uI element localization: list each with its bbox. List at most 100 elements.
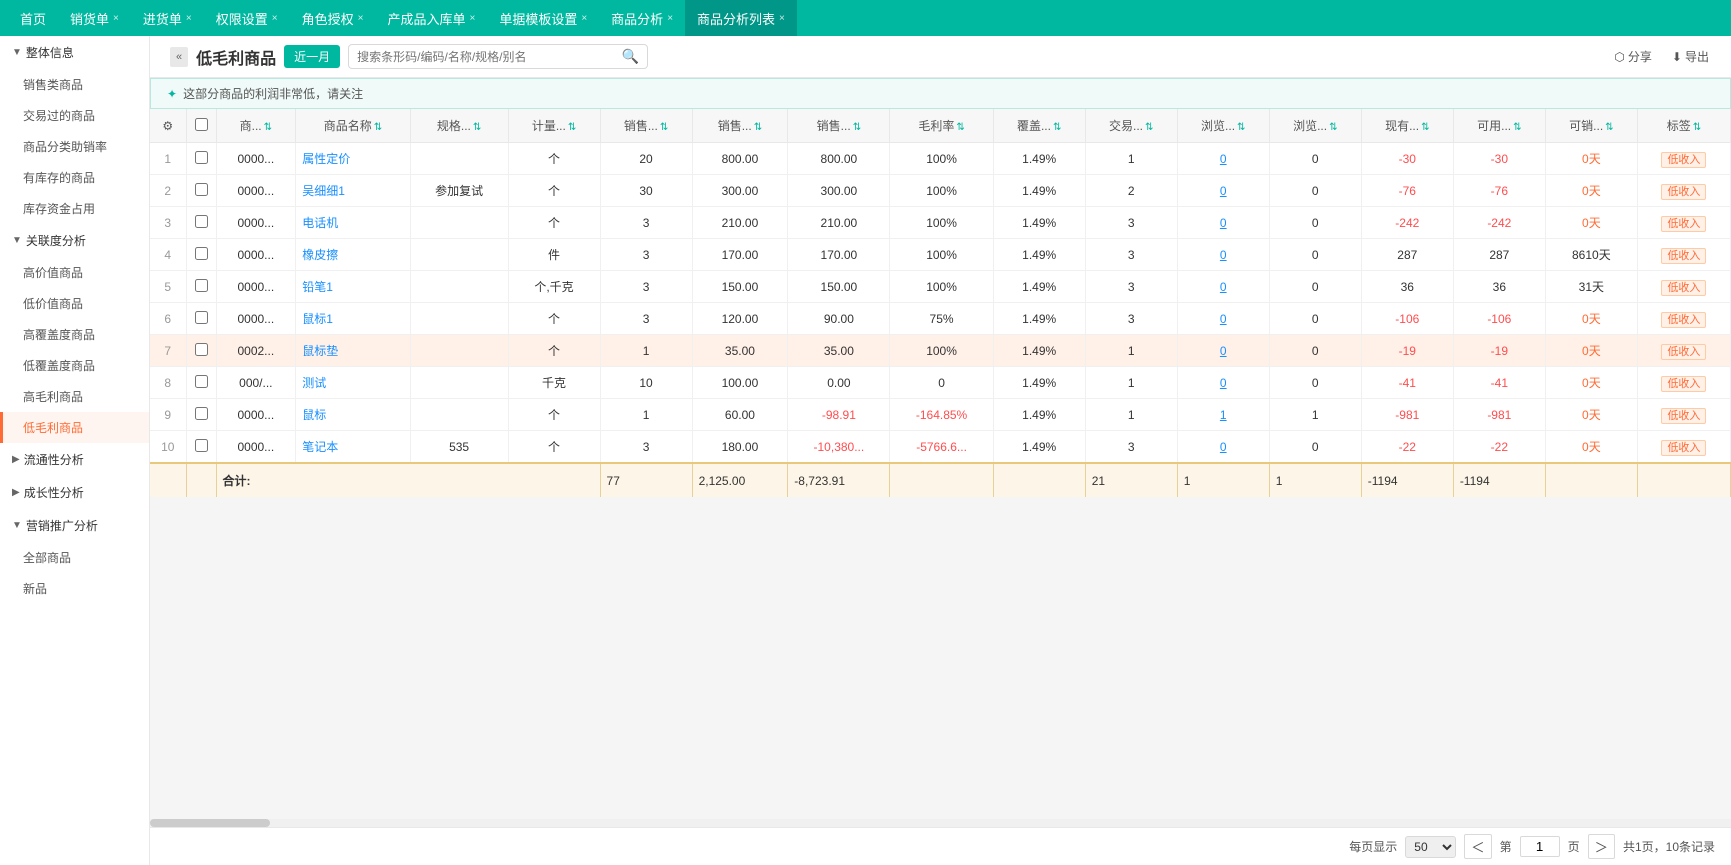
nav-analysis[interactable]: 商品分析 × xyxy=(599,0,685,36)
search-icon[interactable]: 🔍 xyxy=(622,48,639,65)
col-sales-amount[interactable]: 销售...⇅ xyxy=(692,109,788,143)
row-name[interactable]: 吴细细1 xyxy=(296,175,410,207)
col-tag[interactable]: 标签⇅ xyxy=(1637,109,1730,143)
row-checkbox-input[interactable] xyxy=(195,439,208,452)
col-unit[interactable]: 计量...⇅ xyxy=(508,109,600,143)
sidebar-group-overall[interactable]: ▼ 整体信息 xyxy=(0,36,149,69)
select-all-checkbox[interactable] xyxy=(195,118,208,131)
sidebar-item-sales-goods[interactable]: 销售类商品 xyxy=(0,69,149,100)
row-checkbox-input[interactable] xyxy=(195,343,208,356)
sidebar-item-capital[interactable]: 库存资金占用 xyxy=(0,193,149,224)
sidebar-item-high-value[interactable]: 高价值商品 xyxy=(0,257,149,288)
row-views1[interactable]: 0 xyxy=(1177,239,1269,271)
nav-role[interactable]: 角色授权 × xyxy=(290,0,376,36)
row-gross-margin: 100% xyxy=(890,175,993,207)
horizontal-scrollbar[interactable] xyxy=(150,819,1731,827)
time-filter-button[interactable]: 近一月 xyxy=(284,45,340,68)
row-views1[interactable]: 0 xyxy=(1177,431,1269,464)
sidebar-item-low-coverage[interactable]: 低覆盖度商品 xyxy=(0,350,149,381)
col-available[interactable]: 可用...⇅ xyxy=(1453,109,1545,143)
nav-purchase[interactable]: 进货单 × xyxy=(131,0,204,36)
row-views1[interactable]: 0 xyxy=(1177,143,1269,175)
row-name[interactable]: 鼠标垫 xyxy=(296,335,410,367)
scroll-thumb[interactable] xyxy=(150,819,270,827)
close-analysis-list-icon[interactable]: × xyxy=(779,13,785,24)
row-checkbox-input[interactable] xyxy=(195,407,208,420)
sidebar-group-growth[interactable]: ▶ 成长性分析 xyxy=(0,476,149,509)
row-checkbox-input[interactable] xyxy=(195,311,208,324)
row-name[interactable]: 铅笔1 xyxy=(296,271,410,303)
col-gross-margin[interactable]: 毛利率⇅ xyxy=(890,109,993,143)
row-name[interactable]: 笔记本 xyxy=(296,431,410,464)
sidebar-item-traded-goods[interactable]: 交易过的商品 xyxy=(0,100,149,131)
sidebar-item-high-coverage[interactable]: 高覆盖度商品 xyxy=(0,319,149,350)
row-views1[interactable]: 0 xyxy=(1177,207,1269,239)
col-name[interactable]: 商品名称⇅ xyxy=(296,109,410,143)
page-input[interactable] xyxy=(1520,836,1560,857)
table-container[interactable]: ⚙ 商...⇅ 商品名称⇅ 规格...⇅ 计量...⇅ 销售...⇅ 销售...… xyxy=(150,109,1731,819)
col-sales-count[interactable]: 销售...⇅ xyxy=(600,109,692,143)
nav-product-in[interactable]: 产成品入库单 × xyxy=(375,0,487,36)
close-analysis-icon[interactable]: × xyxy=(667,13,673,24)
sidebar-item-low-margin[interactable]: 低毛利商品 xyxy=(0,412,149,443)
nav-home[interactable]: 首页 xyxy=(8,0,58,36)
search-input[interactable] xyxy=(357,50,622,64)
row-name[interactable]: 属性定价 xyxy=(296,143,410,175)
row-views1[interactable]: 0 xyxy=(1177,367,1269,399)
nav-sales[interactable]: 销货单 × xyxy=(58,0,131,36)
close-template-icon[interactable]: × xyxy=(581,13,587,24)
nav-permission[interactable]: 权限设置 × xyxy=(204,0,290,36)
col-settings[interactable]: ⚙ xyxy=(150,109,186,143)
per-page-select[interactable]: 50 20 100 xyxy=(1405,836,1456,858)
row-views1[interactable]: 0 xyxy=(1177,175,1269,207)
row-views1[interactable]: 0 xyxy=(1177,271,1269,303)
row-name[interactable]: 橡皮擦 xyxy=(296,239,410,271)
row-name[interactable]: 鼠标 xyxy=(296,399,410,431)
sidebar-group-marketing[interactable]: ▼ 营销推广分析 xyxy=(0,509,149,542)
share-button[interactable]: ⬡ 分享 xyxy=(1608,45,1658,68)
row-views1[interactable]: 0 xyxy=(1177,303,1269,335)
row-checkbox-input[interactable] xyxy=(195,183,208,196)
row-coverage: 1.49% xyxy=(993,271,1085,303)
sidebar-item-category-rate[interactable]: 商品分类助销率 xyxy=(0,131,149,162)
sidebar-collapse-btn[interactable]: « xyxy=(170,47,188,67)
close-permission-icon[interactable]: × xyxy=(272,13,278,24)
row-name[interactable]: 电话机 xyxy=(296,207,410,239)
row-checkbox-input[interactable] xyxy=(195,247,208,260)
col-transaction[interactable]: 交易...⇅ xyxy=(1085,109,1177,143)
col-sales-profit[interactable]: 销售...⇅ xyxy=(788,109,890,143)
row-checkbox-input[interactable] xyxy=(195,151,208,164)
sidebar-item-stock-goods[interactable]: 有库存的商品 xyxy=(0,162,149,193)
close-purchase-icon[interactable]: × xyxy=(186,13,192,24)
row-num: 9 xyxy=(150,399,186,431)
close-role-icon[interactable]: × xyxy=(358,13,364,24)
nav-template[interactable]: 单据模板设置 × xyxy=(487,0,599,36)
row-name[interactable]: 测试 xyxy=(296,367,410,399)
col-code[interactable]: 商...⇅ xyxy=(216,109,296,143)
nav-analysis-list[interactable]: 商品分析列表 × xyxy=(685,0,797,36)
next-page-btn[interactable]: ＞ xyxy=(1588,834,1615,859)
col-views2[interactable]: 浏览...⇅ xyxy=(1269,109,1361,143)
sidebar-group-flow[interactable]: ▶ 流通性分析 xyxy=(0,443,149,476)
row-name[interactable]: 鼠标1 xyxy=(296,303,410,335)
col-views1[interactable]: 浏览...⇅ xyxy=(1177,109,1269,143)
col-sellable-days[interactable]: 可销...⇅ xyxy=(1545,109,1637,143)
sidebar-item-new-goods[interactable]: 新品 xyxy=(0,573,149,604)
sidebar-item-low-value[interactable]: 低价值商品 xyxy=(0,288,149,319)
col-current-stock[interactable]: 现有...⇅ xyxy=(1361,109,1453,143)
row-checkbox-input[interactable] xyxy=(195,279,208,292)
row-checkbox-input[interactable] xyxy=(195,215,208,228)
sidebar-group-relevance[interactable]: ▼ 关联度分析 xyxy=(0,224,149,257)
row-views1[interactable]: 0 xyxy=(1177,335,1269,367)
col-spec[interactable]: 规格...⇅ xyxy=(410,109,508,143)
row-checkbox-input[interactable] xyxy=(195,375,208,388)
close-sales-icon[interactable]: × xyxy=(113,13,119,24)
prev-page-btn[interactable]: ＜ xyxy=(1464,834,1491,859)
row-views1[interactable]: 1 xyxy=(1177,399,1269,431)
sidebar-item-high-margin[interactable]: 高毛利商品 xyxy=(0,381,149,412)
close-product-in-icon[interactable]: × xyxy=(469,13,475,24)
export-button[interactable]: ⬇ 导出 xyxy=(1666,45,1715,68)
col-coverage[interactable]: 覆盖...⇅ xyxy=(993,109,1085,143)
sidebar-item-all-goods[interactable]: 全部商品 xyxy=(0,542,149,573)
row-code: 0000... xyxy=(216,303,296,335)
